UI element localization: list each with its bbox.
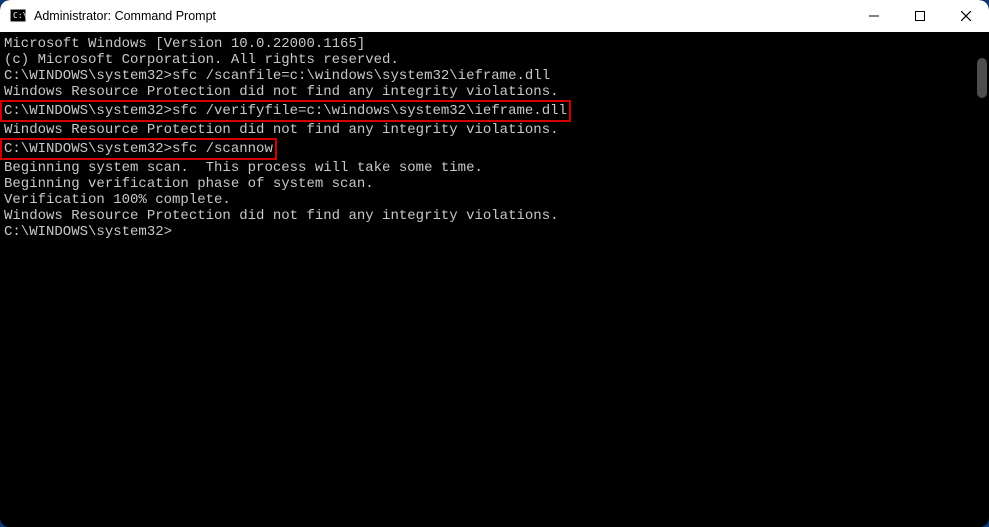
cmd-icon: C:\ — [10, 8, 26, 24]
scrollbar-track[interactable] — [977, 38, 987, 521]
minimize-button[interactable] — [851, 0, 897, 32]
svg-text:C:\: C:\ — [13, 11, 26, 20]
maximize-button[interactable] — [897, 0, 943, 32]
terminal-line: C:\WINDOWS\system32>sfc /verifyfile=c:\w… — [4, 100, 985, 122]
highlighted-command: C:\WINDOWS\system32>sfc /scannow — [0, 138, 277, 160]
terminal-output[interactable]: Microsoft Windows [Version 10.0.22000.11… — [0, 32, 989, 527]
terminal-line: Beginning system scan. This process will… — [4, 160, 985, 176]
terminal-line: C:\WINDOWS\system32> — [4, 224, 985, 240]
terminal-line: Windows Resource Protection did not find… — [4, 122, 985, 138]
scrollbar-thumb[interactable] — [977, 58, 987, 98]
terminal-line: (c) Microsoft Corporation. All rights re… — [4, 52, 985, 68]
terminal-line: C:\WINDOWS\system32>sfc /scannow — [4, 138, 985, 160]
terminal-area[interactable]: Microsoft Windows [Version 10.0.22000.11… — [0, 32, 989, 527]
titlebar[interactable]: C:\ Administrator: Command Prompt — [0, 0, 989, 32]
terminal-line: C:\WINDOWS\system32>sfc /scanfile=c:\win… — [4, 68, 985, 84]
terminal-line: Verification 100% complete. — [4, 192, 985, 208]
window-controls — [851, 0, 989, 32]
terminal-line: Beginning verification phase of system s… — [4, 176, 985, 192]
terminal-line: Windows Resource Protection did not find… — [4, 208, 985, 224]
highlighted-command: C:\WINDOWS\system32>sfc /verifyfile=c:\w… — [0, 100, 571, 122]
command-prompt-window: C:\ Administrator: Command Prompt Micros… — [0, 0, 989, 527]
window-title: Administrator: Command Prompt — [34, 9, 216, 23]
terminal-line: Microsoft Windows [Version 10.0.22000.11… — [4, 36, 985, 52]
terminal-line: Windows Resource Protection did not find… — [4, 84, 985, 100]
close-button[interactable] — [943, 0, 989, 32]
